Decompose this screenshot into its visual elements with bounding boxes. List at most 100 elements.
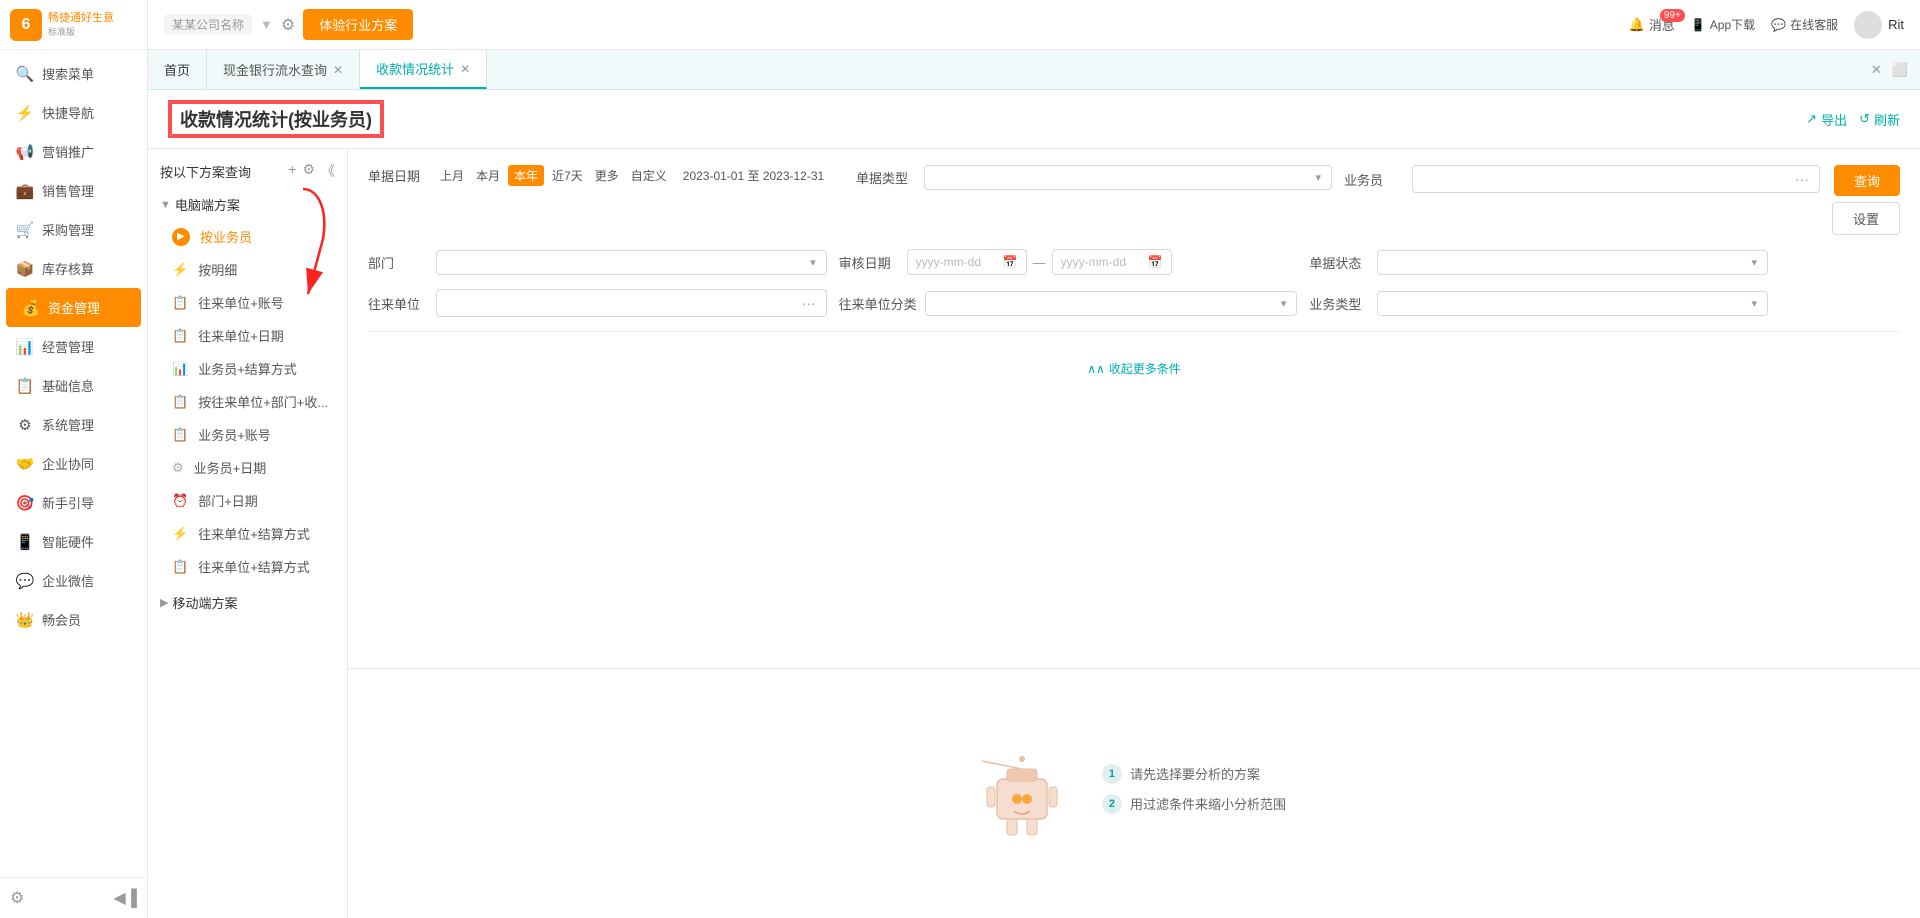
export-button[interactable]: ↗ 导出: [1806, 110, 1847, 129]
filter-row-2: 部门 ▾ 审核日期 yyyy-mm-dd 📅: [368, 249, 1900, 275]
sidebar-item-member[interactable]: 👑 畅会员: [0, 600, 147, 639]
content-wrapper: 按以下方案查询 + ⚙ 《 ▼ 电脑端方案: [148, 149, 1920, 918]
sidebar-item-purchase[interactable]: 🛒 采购管理: [0, 210, 147, 249]
scheme-item-unit-date[interactable]: 📋 往来单位+日期: [148, 319, 347, 352]
date-tab-this-month[interactable]: 本月: [472, 165, 504, 186]
scheme-item-by-salesman[interactable]: ▶ 按业务员: [148, 220, 347, 253]
close-window-icon[interactable]: ✕: [1871, 62, 1882, 78]
sidebar-item-quick-nav[interactable]: ⚡ 快捷导航: [0, 93, 147, 132]
sidebar-item-sales[interactable]: 💼 销售管理: [0, 171, 147, 210]
scheme-salesman-date-label: 业务员+日期: [194, 458, 267, 477]
sidebar-item-hardware[interactable]: 📱 智能硬件: [0, 522, 147, 561]
partner-select[interactable]: ···: [436, 289, 827, 317]
finance-icon: 💰: [22, 299, 40, 317]
scheme-item-unit-dept-recv[interactable]: 📋 按往来单位+部门+收...: [148, 385, 347, 418]
hardware-icon: 📱: [16, 533, 34, 551]
gear-icon[interactable]: ⚙: [281, 15, 295, 35]
system-icon: ⚙: [16, 416, 34, 434]
sidebar-item-system[interactable]: ⚙ 系统管理: [0, 405, 147, 444]
scheme-item-salesman-settle[interactable]: 📊 业务员+结算方式: [148, 352, 347, 385]
salesman-account-icon: 📋: [172, 427, 188, 443]
date-tab-more[interactable]: 更多: [591, 165, 623, 186]
scheme-settings-button[interactable]: ⚙: [302, 161, 315, 181]
collapse-footer-icon[interactable]: ◀▐: [113, 888, 137, 908]
doc-status-select[interactable]: ▾: [1377, 250, 1768, 275]
sidebar-item-marketing[interactable]: 📢 营销推广: [0, 132, 147, 171]
logo-area: 6 畅捷通好生意 标准版: [0, 0, 147, 50]
review-date-end-input[interactable]: yyyy-mm-dd 📅: [1052, 249, 1172, 275]
bank-flow-close-icon[interactable]: ✕: [333, 63, 343, 77]
page-header: 收款情况统计(按业务员) ↗ 导出 ↺ 刷新: [148, 90, 1920, 149]
inventory-icon: 📦: [16, 260, 34, 278]
logo-icon: 6: [10, 9, 42, 41]
partner-classify-select[interactable]: ▾: [925, 291, 1298, 316]
tab-home[interactable]: 首页: [148, 50, 207, 89]
scheme-unit-date-label: 往来单位+日期: [198, 326, 284, 345]
sidebar-item-enterprise[interactable]: 🤝 企业协同: [0, 444, 147, 483]
biz-type-select[interactable]: ▾: [1377, 291, 1768, 316]
sidebar-item-search-menu[interactable]: 🔍 搜索菜单: [0, 54, 147, 93]
export-label: 导出: [1821, 110, 1847, 129]
collapse-label: 收起更多条件: [1109, 360, 1181, 377]
scheme-item-unit-settle1[interactable]: ⚡ 往来单位+结算方式: [148, 517, 347, 550]
step-2-label: 用过滤条件来缩小分析范围: [1130, 794, 1286, 813]
user-area[interactable]: Rit: [1854, 11, 1904, 39]
sidebar-item-guide[interactable]: 🎯 新手引导: [0, 483, 147, 522]
date-tab-custom[interactable]: 自定义: [627, 165, 671, 186]
sidebar-item-operations[interactable]: 📊 经营管理: [0, 327, 147, 366]
collection-stats-close-icon[interactable]: ✕: [460, 62, 470, 76]
scheme-item-unit-settle2[interactable]: 📋 往来单位+结算方式: [148, 550, 347, 583]
sidebar-label: 经营管理: [42, 337, 94, 356]
sidebar-item-inventory[interactable]: 📦 库存核算: [0, 249, 147, 288]
sidebar-label: 新手引导: [42, 493, 94, 512]
step-1-label: 请先选择要分析的方案: [1130, 764, 1260, 783]
plan-button[interactable]: 体验行业方案: [303, 9, 413, 40]
unit-settle1-icon: ⚡: [172, 526, 188, 542]
app-download-button[interactable]: 📱 App下载: [1691, 16, 1755, 33]
collapse-panel-button[interactable]: 《: [321, 161, 335, 181]
sidebar-label: 资金管理: [48, 298, 100, 317]
online-service-button[interactable]: 💬 在线客服: [1771, 16, 1838, 33]
sidebar-label: 智能硬件: [42, 532, 94, 551]
scheme-item-salesman-account[interactable]: 📋 业务员+账号: [148, 418, 347, 451]
salesman-more-icon[interactable]: ···: [1795, 171, 1809, 187]
scheme-item-salesman-date[interactable]: ⚙ 业务员+日期: [148, 451, 347, 484]
maximize-window-icon[interactable]: ⬜: [1892, 62, 1908, 78]
review-date-start-input[interactable]: yyyy-mm-dd 📅: [907, 249, 1027, 275]
date-tab-this-year[interactable]: 本年: [508, 165, 544, 186]
salesman-filter: 业务员 ···: [1344, 165, 1820, 193]
set-button[interactable]: 设置: [1832, 202, 1900, 235]
sidebar-item-basic-info[interactable]: 📋 基础信息: [0, 366, 147, 405]
tab-collection-stats[interactable]: 收款情况统计 ✕: [360, 50, 487, 89]
company-breadcrumb[interactable]: 某某公司名称: [164, 14, 252, 35]
doc-status-label: 单据状态: [1309, 253, 1369, 272]
partner-more-icon[interactable]: ···: [802, 295, 816, 311]
biz-type-label: 业务类型: [1309, 294, 1369, 313]
tab-bank-flow[interactable]: 现金银行流水查询 ✕: [207, 50, 360, 89]
add-scheme-button[interactable]: +: [288, 161, 296, 181]
refresh-button[interactable]: ↺ 刷新: [1859, 110, 1900, 129]
mobile-scheme-header[interactable]: ▶ 移动端方案: [148, 587, 347, 618]
sidebar-item-finance[interactable]: 💰 资金管理: [6, 288, 141, 327]
sidebar-label: 畅会员: [42, 610, 81, 629]
settings-footer-icon[interactable]: ⚙: [10, 888, 24, 908]
unit-account-icon: 📋: [172, 295, 188, 311]
doc-type-select[interactable]: ▾: [924, 165, 1332, 190]
collapse-button[interactable]: ∧∧ 收起更多条件: [368, 352, 1900, 385]
service-icon: 💬: [1771, 18, 1786, 32]
member-icon: 👑: [16, 611, 34, 629]
sales-icon: 💼: [16, 182, 34, 200]
date-tab-last-7-days[interactable]: 近7天: [548, 165, 587, 186]
dept-label: 部门: [368, 253, 428, 272]
scheme-item-by-detail[interactable]: ⚡ 按明细: [148, 253, 347, 286]
desktop-scheme-header[interactable]: ▼ 电脑端方案: [148, 189, 347, 220]
scheme-item-dept-date[interactable]: ⏰ 部门+日期: [148, 484, 347, 517]
sidebar-item-wechat[interactable]: 💬 企业微信: [0, 561, 147, 600]
scheme-item-unit-account[interactable]: 📋 往来单位+账号: [148, 286, 347, 319]
date-tab-last-month[interactable]: 上月: [436, 165, 468, 186]
salesman-select[interactable]: ···: [1412, 165, 1820, 193]
notice-button[interactable]: 🔔 消息 99+: [1629, 15, 1675, 34]
query-button[interactable]: 查询: [1834, 165, 1900, 196]
dept-select[interactable]: ▾: [436, 250, 827, 275]
active-scheme-icon: ▶: [172, 228, 190, 246]
